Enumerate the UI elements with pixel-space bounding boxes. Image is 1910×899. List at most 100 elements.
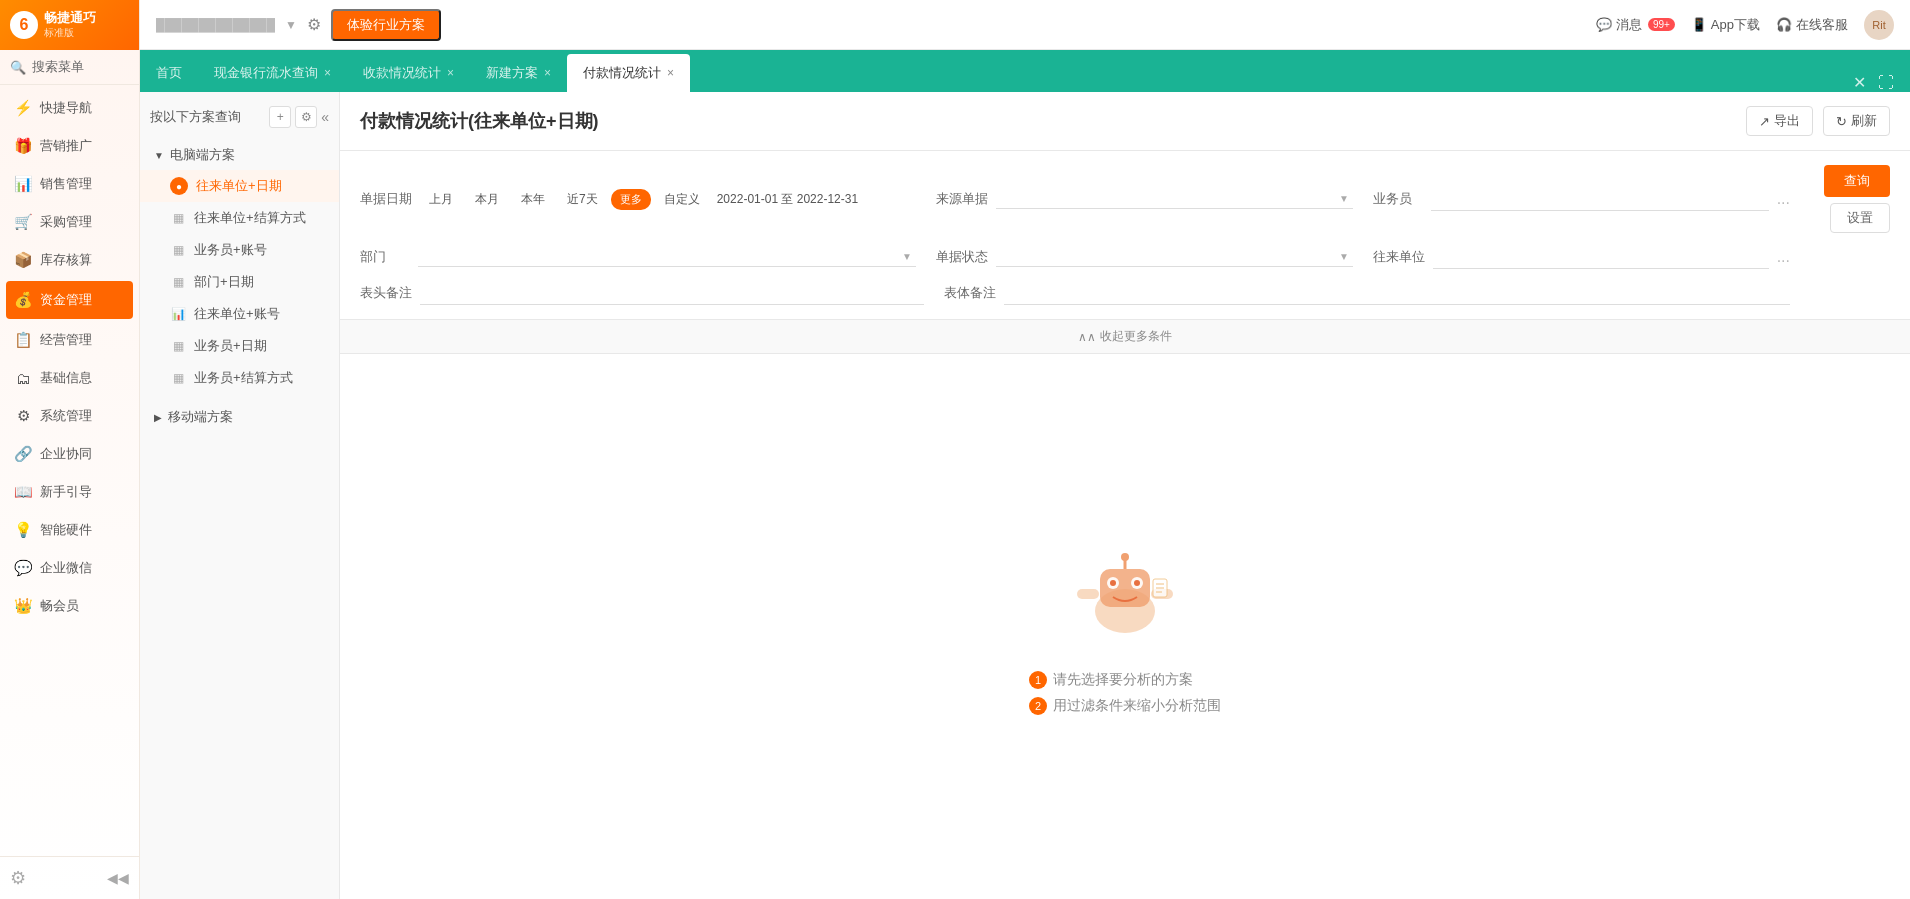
online-service-btn[interactable]: 🎧 在线客服 xyxy=(1776,16,1848,34)
tab-collection-stats-close[interactable]: × xyxy=(447,66,454,80)
sidebar: 6 畅捷通巧 标准版 🔍 搜索菜单 ⚡ 快捷导航 🎁 营销推广 📊 销售管理 🛒… xyxy=(0,0,140,899)
tab-fullscreen-icon[interactable]: ⛶ xyxy=(1872,74,1900,92)
sidebar-item-member[interactable]: 👑 畅会员 xyxy=(0,587,139,625)
scheme-item-unit-date[interactable]: ● 往来单位+日期 xyxy=(140,170,339,202)
trial-btn[interactable]: 体验行业方案 xyxy=(331,9,441,41)
scheme-item-unit-settle[interactable]: ▦ 往来单位+结算方式 xyxy=(140,202,339,234)
footer-settings-icon[interactable]: ⚙ xyxy=(10,867,26,889)
user-section: Rit xyxy=(1864,10,1894,40)
empty-hint-1: 1 请先选择要分析的方案 xyxy=(1029,671,1221,689)
scheme-item-staff-account[interactable]: ▦ 业务员+账号 xyxy=(140,234,339,266)
settings-btn[interactable]: 设置 xyxy=(1830,203,1890,233)
tab-payment-stats[interactable]: 付款情况统计 × xyxy=(567,54,690,92)
sidebar-item-hardware[interactable]: 💡 智能硬件 xyxy=(0,511,139,549)
sidebar-item-label: 企业微信 xyxy=(40,559,92,577)
salesman-input[interactable] xyxy=(1431,187,1769,211)
date-control: 上月 本月 本年 近7天 更多 自定义 2022-01-01 至 2022-12… xyxy=(420,187,916,212)
tab-payment-stats-close[interactable]: × xyxy=(667,66,674,80)
sidebar-item-marketing[interactable]: 🎁 营销推广 xyxy=(0,127,139,165)
scheme-group-mobile-header[interactable]: ▶ 移动端方案 xyxy=(140,402,339,432)
scheme-item-dept-date[interactable]: ▦ 部门+日期 xyxy=(140,266,339,298)
date-last-month-btn[interactable]: 上月 xyxy=(420,187,462,212)
sidebar-item-basic[interactable]: 🗂 基础信息 xyxy=(0,359,139,397)
corp-icon: 🔗 xyxy=(14,445,32,463)
filter-dept-item: 部门 ▼ xyxy=(360,247,916,267)
dept-select[interactable]: ▼ xyxy=(418,247,916,267)
sidebar-item-guide[interactable]: 📖 新手引导 xyxy=(0,473,139,511)
salesman-dots[interactable]: ... xyxy=(1777,190,1790,208)
sidebar-item-quick-nav[interactable]: ⚡ 快捷导航 xyxy=(0,89,139,127)
scheme-item-label: 往来单位+日期 xyxy=(196,177,282,195)
table-body-note-input[interactable] xyxy=(1004,281,1790,305)
date-last-7-btn[interactable]: 近7天 xyxy=(558,187,607,212)
date-this-year-btn[interactable]: 本年 xyxy=(512,187,554,212)
sidebar-footer: ⚙ ◀◀ xyxy=(0,856,139,899)
company-address: ██████████████ xyxy=(156,18,275,32)
date-custom-btn[interactable]: 自定义 xyxy=(655,187,709,212)
wechat-icon: 💬 xyxy=(14,559,32,577)
sidebar-item-wechat[interactable]: 💬 企业微信 xyxy=(0,549,139,587)
collapse-bar[interactable]: ∧∧ 收起更多条件 xyxy=(340,320,1910,354)
marketing-icon: 🎁 xyxy=(14,137,32,155)
tab-new-scheme-label: 新建方案 xyxy=(486,64,538,82)
date-this-month-btn[interactable]: 本月 xyxy=(466,187,508,212)
empty-hint-2: 2 用过滤条件来缩小分析范围 xyxy=(1029,697,1221,715)
table-body-note-label: 表体备注 xyxy=(944,284,996,302)
app-download-btn[interactable]: 📱 App下载 xyxy=(1691,16,1760,34)
tab-close-all-icon[interactable]: ✕ xyxy=(1847,73,1872,92)
sidebar-item-operations[interactable]: 📋 经营管理 xyxy=(0,321,139,359)
header-settings-icon[interactable]: ⚙ xyxy=(307,15,321,34)
panel-collapse-icon[interactable]: « xyxy=(321,109,329,125)
filter-salesman-item: 业务员 ... xyxy=(1373,187,1790,211)
tab-home[interactable]: 首页 xyxy=(140,54,198,92)
source-doc-select[interactable]: ▼ xyxy=(996,189,1353,209)
sidebar-item-label: 基础信息 xyxy=(40,369,92,387)
sidebar-item-system[interactable]: ⚙ 系统管理 xyxy=(0,397,139,435)
header-chevron-icon[interactable]: ▼ xyxy=(285,18,297,32)
export-btn[interactable]: ↗ 导出 xyxy=(1746,106,1813,136)
refresh-btn[interactable]: ↻ 刷新 xyxy=(1823,106,1890,136)
doc-status-select[interactable]: ▼ xyxy=(996,247,1353,267)
scheme-item-staff-date[interactable]: ▦ 业务员+日期 xyxy=(140,330,339,362)
table-header-note-input[interactable] xyxy=(420,281,924,305)
sidebar-item-purchase[interactable]: 🛒 采购管理 xyxy=(0,203,139,241)
search-menu[interactable]: 🔍 搜索菜单 xyxy=(0,50,139,85)
tab-cash-flow[interactable]: 现金银行流水查询 × xyxy=(198,54,347,92)
export-icon: ↗ xyxy=(1759,114,1770,129)
messages-label: 消息 xyxy=(1616,16,1642,34)
tab-collection-stats[interactable]: 收款情况统计 × xyxy=(347,54,470,92)
tab-cash-flow-close[interactable]: × xyxy=(324,66,331,80)
sidebar-item-inventory[interactable]: 📦 库存核算 xyxy=(0,241,139,279)
add-scheme-icon[interactable]: + xyxy=(269,106,291,128)
sidebar-item-corp[interactable]: 🔗 企业协同 xyxy=(0,435,139,473)
source-doc-chevron-icon: ▼ xyxy=(1339,193,1349,204)
dept-chevron-icon: ▼ xyxy=(902,251,912,262)
scheme-item-label: 部门+日期 xyxy=(194,273,254,291)
sidebar-item-label: 营销推广 xyxy=(40,137,92,155)
date-more-btn[interactable]: 更多 xyxy=(611,189,651,210)
sidebar-item-finance[interactable]: 💰 资金管理 xyxy=(6,281,133,319)
sidebar-item-label: 库存核算 xyxy=(40,251,92,269)
scheme-group-pc-header[interactable]: ▼ 电脑端方案 xyxy=(140,140,339,170)
scheme-settings-icon[interactable]: ⚙ xyxy=(295,106,317,128)
related-unit-dots[interactable]: ... xyxy=(1777,248,1790,266)
related-unit-input[interactable] xyxy=(1433,245,1769,269)
download-icon: 📱 xyxy=(1691,17,1707,32)
footer-collapse-icon[interactable]: ◀◀ xyxy=(107,870,129,886)
tab-actions: ✕ ⛶ xyxy=(1847,73,1910,92)
tab-new-scheme[interactable]: 新建方案 × xyxy=(470,54,567,92)
scheme-item-label: 业务员+账号 xyxy=(194,241,267,259)
sidebar-item-sales[interactable]: 📊 销售管理 xyxy=(0,165,139,203)
tab-new-scheme-close[interactable]: × xyxy=(544,66,551,80)
online-service-label: 在线客服 xyxy=(1796,16,1848,34)
scheme-item-label: 业务员+日期 xyxy=(194,337,267,355)
user-avatar[interactable]: Rit xyxy=(1864,10,1894,40)
query-btn[interactable]: 查询 xyxy=(1824,165,1890,197)
messages-btn[interactable]: 💬 消息 99+ xyxy=(1596,16,1675,34)
source-doc-label: 来源单据 xyxy=(936,190,988,208)
message-icon: 💬 xyxy=(1596,17,1612,32)
search-label: 搜索菜单 xyxy=(32,58,84,76)
scheme-group-pc: ▼ 电脑端方案 ● 往来单位+日期 ▦ 往来单位+结算方式 ▦ 业务员+账号 ▦ xyxy=(140,136,339,398)
scheme-item-staff-settle[interactable]: ▦ 业务员+结算方式 xyxy=(140,362,339,394)
scheme-item-unit-account[interactable]: 📊 往来单位+账号 xyxy=(140,298,339,330)
